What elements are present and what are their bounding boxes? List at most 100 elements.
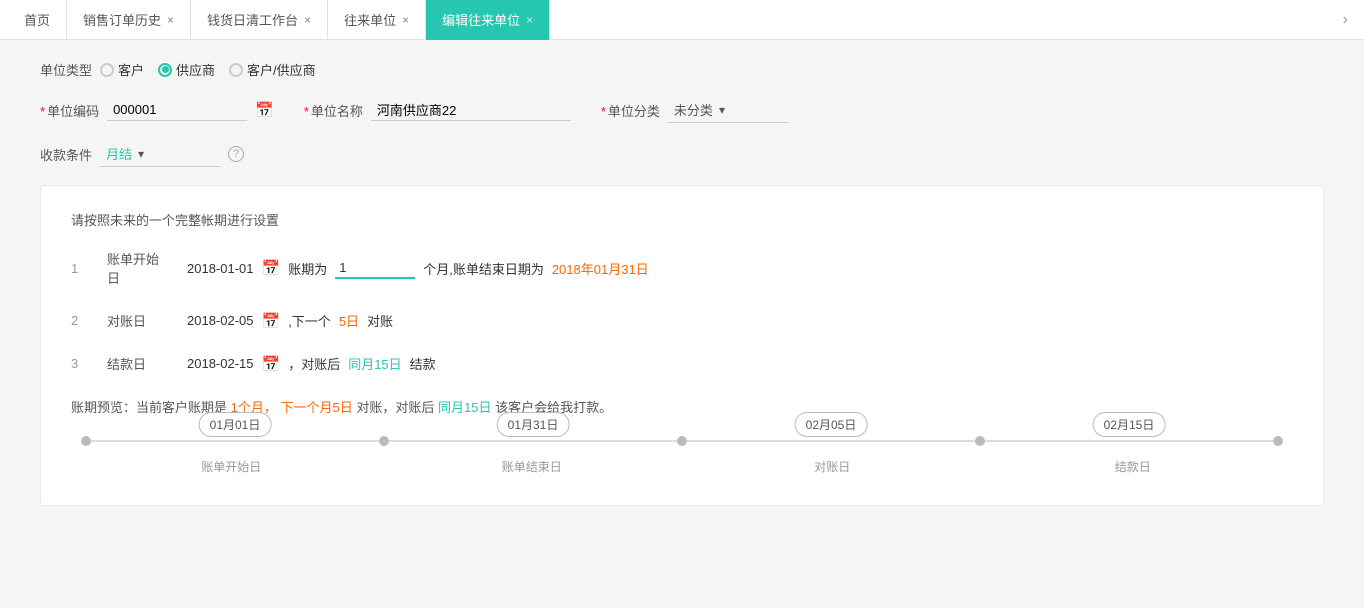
step-num-1: 1 [71,261,87,276]
radio-both[interactable]: 客户/供应商 [229,60,316,79]
unit-category-chevron-icon: ▾ [719,103,725,117]
timeline-dot-3 [975,436,985,446]
radio-supplier-circle [158,63,172,77]
payment-terms-help-icon[interactable]: ? [228,146,244,162]
tab-sales-history-label: 销售订单历史 [83,10,161,29]
radio-supplier[interactable]: 供应商 [158,60,215,79]
tab-cash-work-close[interactable]: × [304,13,311,27]
tab-cash-work-label: 钱货日清工作台 [207,10,298,29]
step-calendar-1[interactable]: 📅 [262,259,281,277]
step-label-3: 结款日 [107,354,167,373]
unit-code-input[interactable] [107,99,247,121]
unit-code-group: *单位编码 📅 [40,99,274,121]
tab-home[interactable]: 首页 [8,0,67,40]
timeline-seg-1: 01月01日 [91,440,379,442]
step-num-3: 3 [71,356,87,371]
step-date-2: 2018-02-05 [187,313,254,328]
unit-category-value: 未分类 [674,100,713,119]
step-suffix-pre-3: ，对账后 [288,354,340,373]
tabs-bar: 首页 销售订单历史 × 钱货日清工作台 × 往来单位 × 编辑往来单位 × › [0,0,1364,40]
unit-type-group: 单位类型 客户 供应商 客户/供应商 [40,60,316,79]
unit-category-label: *单位分类 [601,101,660,120]
timeline-pill-4: 02月15日 [1093,412,1166,437]
radio-supplier-label: 供应商 [176,60,215,79]
radio-both-circle [229,63,243,77]
tab-edit-partner-label: 编辑往来单位 [442,10,520,29]
tabs-expand-icon[interactable]: › [1335,11,1356,29]
step-value-3: 2018-02-15 📅 ，对账后 同月15日 结款 [187,354,436,373]
preview-mid2: 对账，对账后 [356,400,434,415]
unit-code-calendar-icon[interactable]: 📅 [255,101,274,119]
step-label-1: 账单开始日 [107,249,167,287]
timeline-sub-3: 对账日 [682,458,983,475]
form-row-details: *单位编码 📅 *单位名称 *单位分类 未分类 ▾ [40,97,1324,123]
timeline-node-4: 02月15日 [1093,412,1166,437]
step-label-2: 对账日 [107,311,167,330]
payment-terms-chevron-icon: ▾ [138,147,144,161]
radio-group: 客户 供应商 客户/供应商 [100,60,316,79]
timeline-sub-labels: 账单开始日 账单结束日 对账日 结款日 [71,458,1293,475]
step-end-date-1: 2018年01月31日 [552,259,649,278]
step-row-1: 1 账单开始日 2018-01-01 📅 账期为 个月,账单结束日期为 2018… [71,249,1293,287]
radio-customer-label: 客户 [118,60,144,79]
unit-name-input[interactable] [371,99,571,121]
page-content: 单位类型 客户 供应商 客户/供应商 *单位编码 [0,40,1364,608]
step-highlight-3: 同月15日 [348,354,401,373]
timeline-sub-1: 账单开始日 [81,458,382,475]
step-calendar-3[interactable]: 📅 [262,355,281,373]
tab-home-label: 首页 [24,10,50,29]
timeline-end-cap [1273,436,1283,446]
step-suffix-post-3: 结款 [410,354,436,373]
unit-category-select[interactable]: 未分类 ▾ [668,97,788,123]
form-row-unit-type: 单位类型 客户 供应商 客户/供应商 [40,60,1324,79]
timeline-sub-4: 结款日 [983,458,1284,475]
tab-partner[interactable]: 往来单位 × [328,0,426,40]
radio-customer[interactable]: 客户 [100,60,144,79]
preview-end: 同月15日 [438,400,491,415]
unit-code-label: *单位编码 [40,101,99,120]
payment-terms-select[interactable]: 月结 ▾ [100,141,220,167]
tab-edit-partner[interactable]: 编辑往来单位 × [426,0,550,40]
step-num-2: 2 [71,313,87,328]
unit-name-label: *单位名称 [304,101,363,120]
unit-type-label: 单位类型 [40,60,92,79]
form-row-payment: 收款条件 月结 ▾ ? [40,141,1324,167]
tab-partner-label: 往来单位 [344,10,396,29]
payment-terms-label: 收款条件 [40,145,92,164]
step-calendar-2[interactable]: 📅 [262,312,281,330]
step-months-input[interactable] [335,258,415,279]
unit-name-group: *单位名称 [304,99,571,121]
timeline-sub-2: 账单结束日 [382,458,683,475]
settings-card: 请按照未来的一个完整帐期进行设置 1 账单开始日 2018-01-01 📅 账期… [40,185,1324,506]
step-row-2: 2 对账日 2018-02-05 📅 ,下一个 5日 对账 [71,311,1293,330]
step-value-1: 2018-01-01 📅 账期为 个月,账单结束日期为 2018年01月31日 [187,258,649,279]
timeline-node-3: 02月05日 [795,412,868,437]
tab-sales-history[interactable]: 销售订单历史 × [67,0,191,40]
step-suffix-pre-1: 账期为 [288,259,327,278]
timeline-pill-3: 02月05日 [795,412,868,437]
payment-terms-group: 收款条件 月结 ▾ ? [40,141,244,167]
step-suffix-post-1: 个月,账单结束日期为 [423,259,544,278]
step-date-1: 2018-01-01 [187,261,254,276]
timeline-node-1: 01月01日 [199,412,272,437]
tab-sales-history-close[interactable]: × [167,13,174,27]
timeline-node-2: 01月31日 [497,412,570,437]
radio-both-label: 客户/供应商 [247,60,316,79]
timeline-dot-2 [677,436,687,446]
step-row-3: 3 结款日 2018-02-15 📅 ，对账后 同月15日 结款 [71,354,1293,373]
timeline-seg-2: 01月31日 [389,440,677,442]
timeline-dot-1 [379,436,389,446]
timeline: 01月01日 01月31日 02月05日 [71,436,1293,446]
step-suffix-post-2: 对账 [367,311,393,330]
card-title: 请按照未来的一个完整帐期进行设置 [71,210,1293,229]
step-value-2: 2018-02-05 📅 ,下一个 5日 对账 [187,311,393,330]
timeline-seg-4: 02月15日 [985,440,1273,442]
tab-edit-partner-close[interactable]: × [526,13,533,27]
timeline-pill-1: 01月01日 [199,412,272,437]
tab-cash-work[interactable]: 钱货日清工作台 × [191,0,328,40]
tab-partner-close[interactable]: × [402,13,409,27]
timeline-start-cap [81,436,91,446]
radio-customer-circle [100,63,114,77]
step-suffix-pre-2: ,下一个 [288,311,331,330]
unit-category-group: *单位分类 未分类 ▾ [601,97,788,123]
